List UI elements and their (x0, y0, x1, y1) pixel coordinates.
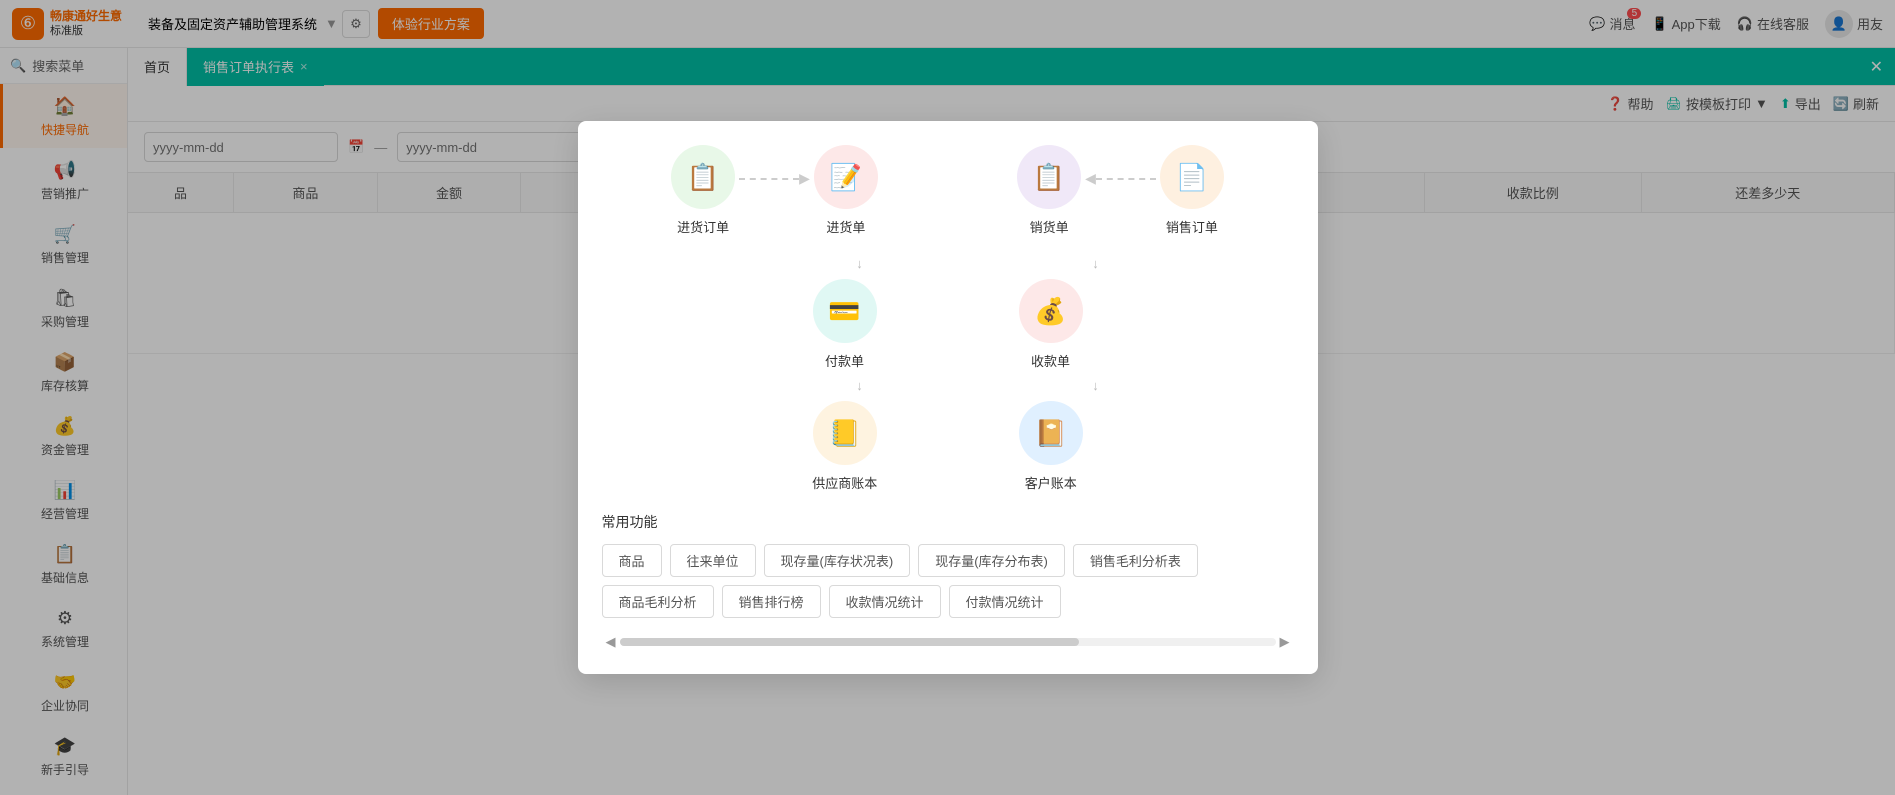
sales-order-icon: 📄 (1176, 162, 1208, 193)
down-arrow-payment: ↓ (856, 378, 863, 393)
flow-purchase-order: 📋 进货订单 (671, 145, 735, 236)
flow-sales-order: 📄 销售订单 (1160, 145, 1224, 236)
purchase-order-label: 进货订单 (677, 217, 729, 236)
flow-receipt: 💰 收款单 (1019, 279, 1083, 370)
scroll-track[interactable] (620, 638, 1276, 646)
sales-bill-icon: 📋 (1033, 162, 1065, 193)
customer-circle: 📔 (1019, 401, 1083, 465)
down-arrow-receipt: ↓ (1092, 378, 1099, 393)
flow-purchase-bill: 📝 进货单 (814, 145, 878, 236)
sales-bill-circle: 📋 (1017, 145, 1081, 209)
sales-order-label: 销售订单 (1166, 217, 1218, 236)
common-functions: 常用功能 商品 往来单位 现存量(库存状况表) 现存量(库存分布表) 销售毛利分… (602, 512, 1294, 618)
purchase-order-circle: 📋 (671, 145, 735, 209)
customer-icon: 📔 (1035, 418, 1067, 449)
purchase-bill-label: 进货单 (826, 217, 865, 236)
func-btn-stock-status[interactable]: 现存量(库存状况表) (764, 544, 911, 577)
scroll-left-arrow[interactable]: ◀ (602, 634, 620, 650)
flow-sales-bill: 📋 销货单 (1017, 145, 1081, 236)
purchase-bill-icon: 📝 (830, 162, 862, 193)
sales-order-circle: 📄 (1160, 145, 1224, 209)
down-arrow-sales: ↓ (1092, 256, 1099, 271)
func-btn-receipt-stat[interactable]: 收款情况统计 (829, 585, 941, 618)
flow-supplier-account: 📒 供应商账本 (812, 401, 877, 492)
customer-label: 客户账本 (1025, 473, 1077, 492)
scroll-thumb (620, 638, 1079, 646)
payment-label: 付款单 (825, 351, 864, 370)
scroll-right-arrow[interactable]: ▶ (1276, 634, 1294, 650)
payment-icon: 💳 (828, 296, 860, 327)
func-btn-stock-dist[interactable]: 现存量(库存分布表) (918, 544, 1065, 577)
func-btn-sales-margin[interactable]: 销售毛利分析表 (1073, 544, 1198, 577)
common-func-title: 常用功能 (602, 512, 1294, 532)
receipt-circle: 💰 (1019, 279, 1083, 343)
supplier-icon: 📒 (829, 418, 861, 449)
modal-overlay[interactable]: 📋 进货订单 ▶ 📝 进货单 (0, 0, 1895, 795)
func-btn-product[interactable]: 商品 (602, 544, 662, 577)
func-btn-partner[interactable]: 往来单位 (670, 544, 756, 577)
scrollbar-row: ◀ ▶ (602, 634, 1294, 650)
receipt-icon: 💰 (1034, 296, 1066, 327)
flow-payment: 💳 付款单 (813, 279, 877, 370)
purchase-order-icon: 📋 (687, 162, 719, 193)
func-buttons: 商品 往来单位 现存量(库存状况表) 现存量(库存分布表) 销售毛利分析表 商品… (602, 544, 1294, 618)
flow-customer-account: 📔 客户账本 (1019, 401, 1083, 492)
receipt-label: 收款单 (1031, 351, 1070, 370)
supplier-label: 供应商账本 (812, 473, 877, 492)
sales-bill-label: 销货单 (1030, 217, 1069, 236)
modal-dialog: 📋 进货订单 ▶ 📝 进货单 (578, 121, 1318, 674)
payment-circle: 💳 (813, 279, 877, 343)
func-btn-payment-stat[interactable]: 付款情况统计 (949, 585, 1061, 618)
func-btn-sales-rank[interactable]: 销售排行榜 (722, 585, 821, 618)
purchase-bill-circle: 📝 (814, 145, 878, 209)
supplier-circle: 📒 (813, 401, 877, 465)
func-btn-product-margin[interactable]: 商品毛利分析 (602, 585, 714, 618)
down-arrow-purchase: ↓ (856, 256, 863, 271)
